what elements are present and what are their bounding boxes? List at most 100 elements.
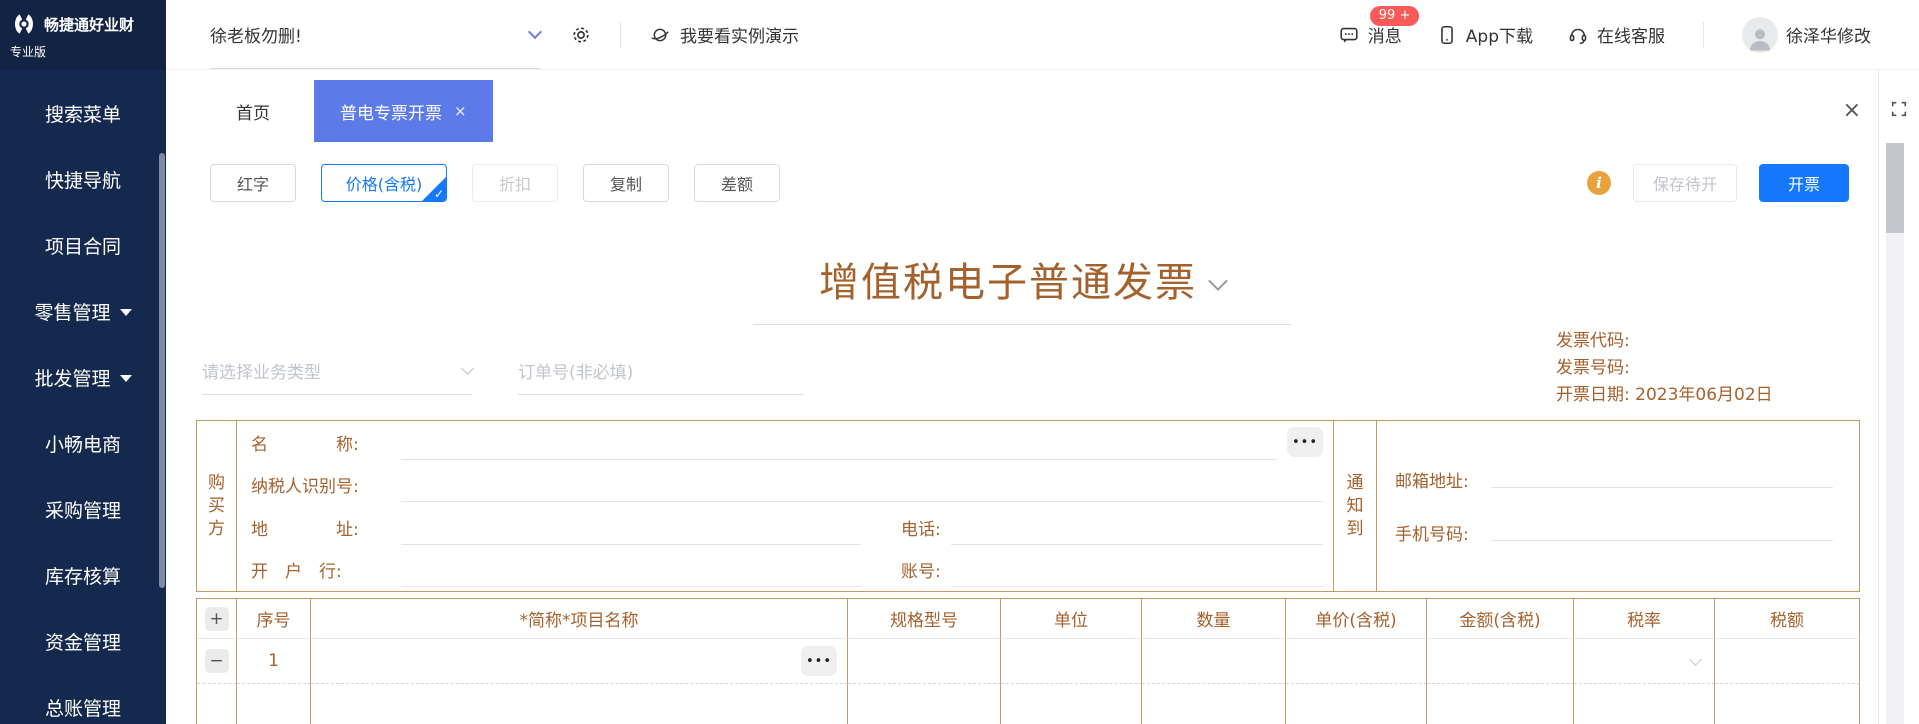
ellipsis-button[interactable]: ••• <box>1287 427 1323 458</box>
items-table: + 序号 *简称*项目名称 规格型号 单位 数量 单价(含税) 金额(含税) 税… <box>196 598 1860 724</box>
check-icon: ✓ <box>433 187 444 201</box>
buyer-name-label: 名 称: <box>251 434 359 455</box>
invoice-date-label: 开票日期: <box>1556 385 1630 405</box>
page-scrollbar-track[interactable] <box>1886 143 1904 724</box>
messages-badge: 99 + <box>1369 6 1420 26</box>
invoice-meta: 发票代码: 发票号码: 开票日期: 2023年06月02日 <box>1556 328 1773 409</box>
button-label: 保存待开 <box>1652 175 1717 194</box>
remove-row-button[interactable]: − <box>204 649 229 673</box>
sidebar-item-xiaochang-ecom[interactable]: 小畅电商 <box>0 410 166 476</box>
col-header-unit-price: 单价(含税) <box>1286 599 1427 639</box>
right-rail <box>1878 70 1919 724</box>
row-unit-cell[interactable] <box>1001 639 1142 684</box>
buyer-bank-input[interactable] <box>401 586 861 587</box>
close-icon[interactable]: × <box>1843 100 1861 122</box>
col-header-item-name: *简称*项目名称 <box>311 599 848 639</box>
sidebar-item-label: 采购管理 <box>44 499 121 522</box>
buyer-taxid-input[interactable] <box>401 501 1323 502</box>
buyer-address-input[interactable] <box>401 543 861 545</box>
avatar <box>1742 16 1778 53</box>
notify-email-input[interactable] <box>1491 487 1833 488</box>
row-spec-cell[interactable] <box>848 639 1001 684</box>
invoice-title: 增值税电子普通发票 <box>819 260 1197 306</box>
empty-cell <box>237 684 311 724</box>
tab-close-icon[interactable]: × <box>454 103 467 119</box>
add-row-button[interactable]: + <box>204 606 229 631</box>
chevron-down-icon <box>1208 271 1228 291</box>
messages-button[interactable]: 消息 99 + <box>1338 6 1420 47</box>
buyer-phone-input[interactable] <box>950 543 1323 545</box>
buyer-account-input[interactable] <box>950 586 1323 587</box>
sidebar-item-inventory-accounting[interactable]: 库存核算 <box>0 542 166 608</box>
online-service-button[interactable]: 在线客服 <box>1567 22 1665 47</box>
difference-button[interactable]: 差额 <box>694 164 780 202</box>
issue-invoice-button[interactable]: 开票 <box>1759 164 1849 202</box>
sidebar-item-funds-mgmt[interactable]: 资金管理 <box>0 608 166 674</box>
buyer-name-row: 名 称: ••• <box>251 421 1333 464</box>
sidebar-item-general-ledger[interactable]: 总账管理 <box>0 674 166 724</box>
sidebar-item-label: 快捷导航 <box>44 169 121 192</box>
topbar-divider <box>620 21 621 48</box>
empty-cell <box>1286 684 1427 724</box>
notify-mobile-row: 手机号码: <box>1395 520 1833 545</box>
message-bubble-icon <box>1338 24 1360 46</box>
notify-mobile-input[interactable] <box>1491 540 1833 541</box>
empty-cell <box>1142 684 1286 724</box>
ellipsis-button[interactable]: ••• <box>801 646 837 676</box>
sidebar-item-project-contract[interactable]: 项目合同 <box>0 212 166 278</box>
business-type-placeholder: 请选择业务类型 <box>202 363 321 383</box>
sidebar-item-search-menu[interactable]: 搜索菜单 <box>0 80 166 146</box>
demo-link[interactable]: 我要看实例演示 <box>649 22 799 47</box>
empty-cell <box>1427 684 1574 724</box>
company-name: 徐老板勿删! <box>210 26 302 47</box>
order-no-input[interactable]: 订单号(非必填) <box>518 358 804 395</box>
buyer-phone-label: 电话: <box>901 519 941 540</box>
row-qty-cell[interactable] <box>1142 639 1286 684</box>
headset-icon <box>1567 24 1589 46</box>
save-draft-button: 保存待开 <box>1633 164 1737 202</box>
planet-icon <box>649 24 671 46</box>
invoice-number-label: 发票号码: <box>1556 358 1630 378</box>
sidebar-item-wholesale-mgmt[interactable]: 批发管理 <box>0 344 166 410</box>
buyer-bank-row: 开 户 行: 账号: <box>251 549 1333 592</box>
app-download-button[interactable]: App下载 <box>1436 22 1533 47</box>
row-seq: 1 <box>237 639 311 684</box>
sidebar-item-label: 资金管理 <box>44 631 121 654</box>
row-tax-rate-select[interactable] <box>1574 639 1715 684</box>
copy-button[interactable]: 复制 <box>583 164 669 202</box>
buyer-name-input[interactable] <box>401 458 1277 460</box>
col-header-unit: 单位 <box>1001 599 1142 639</box>
items-header-row: + 序号 *简称*项目名称 规格型号 单位 数量 单价(含税) 金额(含税) 税… <box>197 599 1860 639</box>
row-unit-price-cell[interactable] <box>1286 639 1427 684</box>
row-item-name-cell[interactable]: ••• <box>311 639 848 684</box>
row-amount-cell[interactable] <box>1427 639 1574 684</box>
buyer-group-label: 购买方 <box>208 472 225 539</box>
user-menu[interactable]: 徐泽华修改 <box>1742 16 1871 53</box>
button-label: 红字 <box>236 175 269 194</box>
red-letter-button[interactable]: 红字 <box>210 164 296 202</box>
sidebar-item-quick-nav[interactable]: 快捷导航 <box>0 146 166 212</box>
notify-mobile-label: 手机号码: <box>1395 525 1469 545</box>
invoice-title-dropdown[interactable]: 增值税电子普通发票 <box>819 260 1228 306</box>
info-icon[interactable]: i <box>1587 171 1611 195</box>
username: 徐泽华修改 <box>1786 27 1871 47</box>
buyer-taxid-label: 纳税人识别号: <box>251 477 359 498</box>
empty-cell <box>1001 684 1142 724</box>
price-tax-included-button[interactable]: 价格(含税) ✓ <box>321 164 447 202</box>
tab-invoice-active[interactable]: 普电专票开票 × <box>314 80 493 142</box>
business-type-select[interactable]: 请选择业务类型 <box>202 358 474 395</box>
tab-home[interactable]: 首页 <box>210 80 296 142</box>
topbar-divider <box>1703 21 1704 48</box>
page-scrollbar-handle[interactable] <box>1886 143 1904 233</box>
sidebar-scrollbar[interactable] <box>159 153 165 588</box>
sidebar-item-purchase-mgmt[interactable]: 采购管理 <box>0 476 166 542</box>
company-selector[interactable]: 徐老板勿删! <box>210 0 543 69</box>
sidebar-item-label: 小畅电商 <box>44 433 121 456</box>
buyer-bank-label: 开 户 行: <box>251 562 342 583</box>
expand-icon[interactable] <box>1879 100 1919 118</box>
row-tax-amount-cell[interactable] <box>1715 639 1860 684</box>
buyer-fields: 名 称: ••• 纳税人识别号: 地 址: 电话: 开 户 行: 账号: <box>237 421 1333 591</box>
gear-icon[interactable] <box>570 24 592 46</box>
sidebar-item-retail-mgmt[interactable]: 零售管理 <box>0 278 166 344</box>
notify-group: 通知到 <box>1333 421 1377 591</box>
